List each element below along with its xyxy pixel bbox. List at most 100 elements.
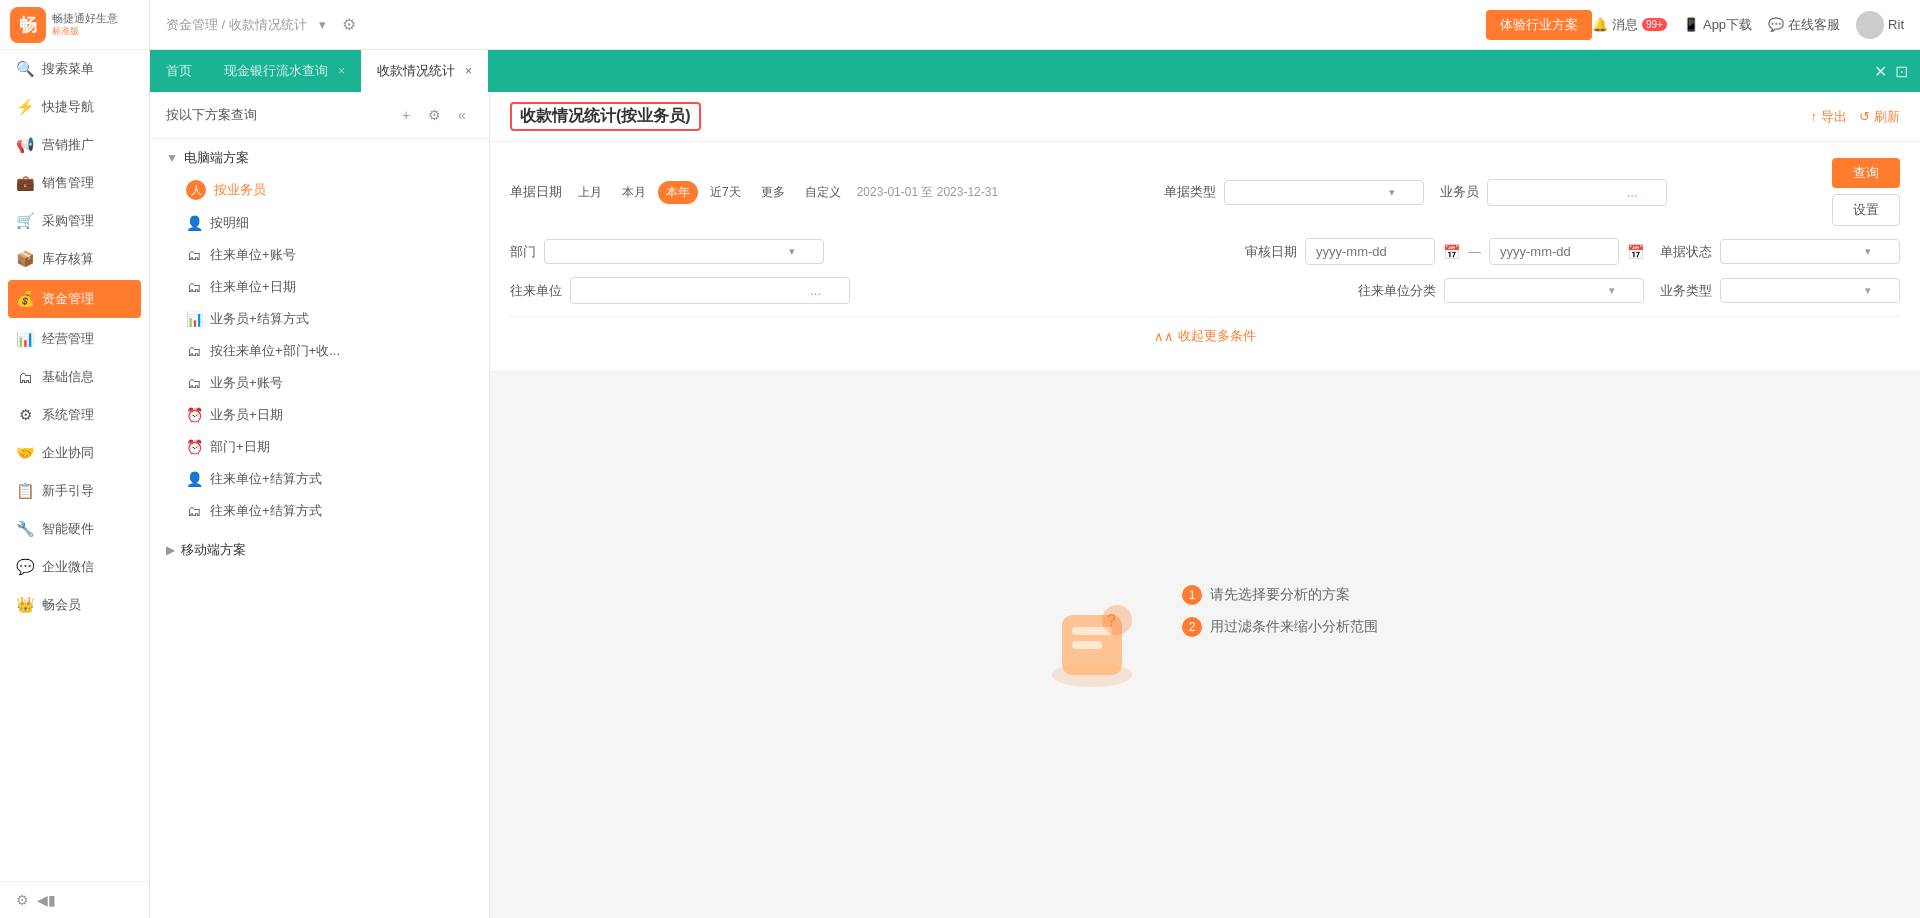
unit-settlement2-icon: 🗂 (186, 503, 202, 519)
query-btn[interactable]: 查询 (1832, 158, 1900, 188)
counterpart-more-btn[interactable]: ... (810, 283, 821, 298)
topbar-online-service[interactable]: 💬 在线客服 (1768, 16, 1840, 34)
filter-counterpart-label: 往来单位 (510, 282, 562, 300)
topbar-app-download[interactable]: 📱 App下载 (1683, 16, 1752, 34)
app-logo-badge: 标准版 (52, 25, 118, 38)
scheme-item-by-salesperson-settlement[interactable]: 📊 业务员+结算方式 (150, 303, 489, 335)
tab-receipts[interactable]: 收款情况统计 × (361, 50, 488, 92)
topbar-notifications[interactable]: 🔔 消息 99+ (1592, 16, 1667, 34)
scheme-item-by-unit-settlement[interactable]: 👤 往来单位+结算方式 (150, 463, 489, 495)
scheme-item-label: 按明细 (210, 214, 249, 232)
empty-state: ? 1 请先选择要分析的方案 2 用过滤条件来缩小分析范围 (1032, 585, 1378, 705)
scheme-item-label: 部门+日期 (210, 438, 270, 456)
mobile-scheme-group-header[interactable]: ▶ 移动端方案 (150, 535, 489, 565)
sidebar-item-enterprise[interactable]: 🤝 企业协同 (0, 434, 149, 472)
scheme-item-by-detail[interactable]: 👤 按明细 (150, 207, 489, 239)
date-tab-more[interactable]: 更多 (753, 181, 793, 204)
set-btn[interactable]: 设置 (1832, 194, 1900, 226)
sidebar-item-label: 资金管理 (42, 290, 94, 308)
export-btn[interactable]: ↑ 导出 (1811, 108, 1848, 126)
page-header-actions: ↑ 导出 ↺ 刷新 (1811, 108, 1901, 126)
system-icon: ⚙ (16, 406, 34, 424)
tab-bank[interactable]: 现金银行流水查询 × (208, 50, 361, 92)
calendar-to-icon[interactable]: 📅 (1627, 244, 1644, 260)
sidebar-item-operations[interactable]: 📊 经营管理 (0, 320, 149, 358)
window-maximize-btn[interactable]: ⊡ (1895, 62, 1908, 81)
doctype-dropdown-arrow: ▾ (1389, 186, 1395, 199)
wechat-icon: 💬 (16, 558, 34, 576)
date-tab-this-month[interactable]: 本月 (614, 181, 654, 204)
sidebar-item-quicknav[interactable]: ⚡ 快捷导航 (0, 88, 149, 126)
sidebar-item-guide[interactable]: 📋 新手引导 (0, 472, 149, 510)
scheme-item-by-salesperson[interactable]: 人 按业务员 (150, 173, 489, 207)
dept-dropdown-arrow: ▾ (789, 245, 795, 258)
add-scheme-btn[interactable]: + (395, 104, 417, 126)
scheme-item-by-unit-date[interactable]: 🗂 往来单位+日期 (150, 271, 489, 303)
topbar-user[interactable]: Rit (1856, 11, 1904, 39)
trial-btn[interactable]: 体验行业方案 (1486, 10, 1592, 40)
topbar-gear-btn[interactable]: ⚙ (342, 15, 356, 34)
sidebar-item-inventory[interactable]: 📦 库存核算 (0, 240, 149, 278)
scheme-item-by-dept-date[interactable]: ⏰ 部门+日期 (150, 431, 489, 463)
sidebar-item-member[interactable]: 👑 畅会员 (0, 586, 149, 624)
filter-counterpart-item: 往来单位 ... (510, 277, 850, 304)
scheme-item-by-unit-settlement2[interactable]: 🗂 往来单位+结算方式 (150, 495, 489, 527)
filter-biz-type-select[interactable]: ▾ (1720, 278, 1900, 303)
sidebar-item-hardware[interactable]: 🔧 智能硬件 (0, 510, 149, 548)
filter-doctype-select[interactable]: ▾ (1224, 180, 1424, 205)
sidebar-item-marketing[interactable]: 📢 营销推广 (0, 126, 149, 164)
tab-receipts-close[interactable]: × (465, 64, 472, 78)
filter-doc-status-select[interactable]: ▾ (1720, 239, 1900, 264)
sales-icon: 💼 (16, 174, 34, 192)
scheme-item-by-salesperson-account[interactable]: 🗂 业务员+账号 (150, 367, 489, 399)
sidebar-item-sales[interactable]: 💼 销售管理 (0, 164, 149, 202)
sidebar-item-finance[interactable]: 💰 资金管理 (8, 280, 141, 318)
filter-review-date-to[interactable] (1489, 238, 1619, 265)
sidebar-item-label: 智能硬件 (42, 520, 94, 538)
sidebar-item-label: 基础信息 (42, 368, 94, 386)
tab-home[interactable]: 首页 (150, 50, 208, 92)
date-tab-this-year[interactable]: 本年 (658, 181, 698, 204)
sidebar-item-search[interactable]: 🔍 搜索菜单 (0, 50, 149, 88)
filter-counterpart-select[interactable]: ... (570, 277, 850, 304)
bell-icon: 🔔 (1592, 17, 1608, 32)
collapse-bar[interactable]: ∧∧ 收起更多条件 (510, 316, 1900, 355)
scheme-settings-btn[interactable]: ⚙ (423, 104, 445, 126)
filter-review-date-from[interactable] (1305, 238, 1435, 265)
sidebar-item-system[interactable]: ⚙ 系统管理 (0, 396, 149, 434)
detail-icon: 👤 (186, 215, 202, 231)
scheme-item-by-unit-dept[interactable]: 🗂 按往来单位+部门+收... (150, 335, 489, 367)
page-title-box: 收款情况统计(按业务员) (510, 102, 701, 131)
left-panel: 按以下方案查询 + ⚙ « ▼ 电脑端方案 人 按业务员 👤 (150, 92, 490, 918)
topbar-dropdown-btn[interactable]: ▾ (319, 17, 326, 32)
sidebar-item-purchase[interactable]: 🛒 采购管理 (0, 202, 149, 240)
date-tab-last7[interactable]: 近7天 (702, 181, 749, 204)
member-icon: 👑 (16, 596, 34, 614)
desktop-scheme-group-header[interactable]: ▼ 电脑端方案 (150, 143, 489, 173)
filter-salesperson-item: 业务员 ... (1440, 179, 1667, 206)
sidebar-item-label: 销售管理 (42, 174, 94, 192)
topbar: 资金管理 / 收款情况统计 ▾ ⚙ 体验行业方案 🔔 消息 99+ 📱 App下… (150, 0, 1920, 50)
filter-dept-label: 部门 (510, 243, 536, 261)
filter-counterpart-cat-label: 往来单位分类 (1358, 282, 1436, 300)
scheme-item-by-salesperson-date[interactable]: ⏰ 业务员+日期 (150, 399, 489, 431)
date-dash: — (1468, 244, 1481, 259)
refresh-btn[interactable]: ↺ 刷新 (1859, 108, 1900, 126)
sidebar-collapse-btn[interactable]: ◀▮ (37, 892, 56, 908)
date-tab-custom[interactable]: 自定义 (797, 181, 849, 204)
scheme-item-by-unit-account[interactable]: 🗂 往来单位+账号 (150, 239, 489, 271)
panel-collapse-btn[interactable]: « (451, 104, 473, 126)
filter-counterpart-cat-select[interactable]: ▾ (1444, 278, 1644, 303)
sidebar-item-wechat[interactable]: 💬 企业微信 (0, 548, 149, 586)
filter-salesperson-select[interactable]: ... (1487, 179, 1667, 206)
sidebar-settings-btn[interactable]: ⚙ (16, 892, 29, 908)
date-tab-last-month[interactable]: 上月 (570, 181, 610, 204)
window-close-btn[interactable]: ✕ (1874, 62, 1887, 81)
filter-dept-select[interactable]: ▾ (544, 239, 824, 264)
scheme-toggle-icon: ▼ (166, 151, 178, 165)
unit-settlement-icon: 👤 (186, 471, 202, 487)
salesperson-more-btn[interactable]: ... (1627, 185, 1638, 200)
tab-bank-close[interactable]: × (338, 64, 345, 78)
sidebar-item-baseinfo[interactable]: 🗂 基础信息 (0, 358, 149, 396)
calendar-from-icon[interactable]: 📅 (1443, 244, 1460, 260)
